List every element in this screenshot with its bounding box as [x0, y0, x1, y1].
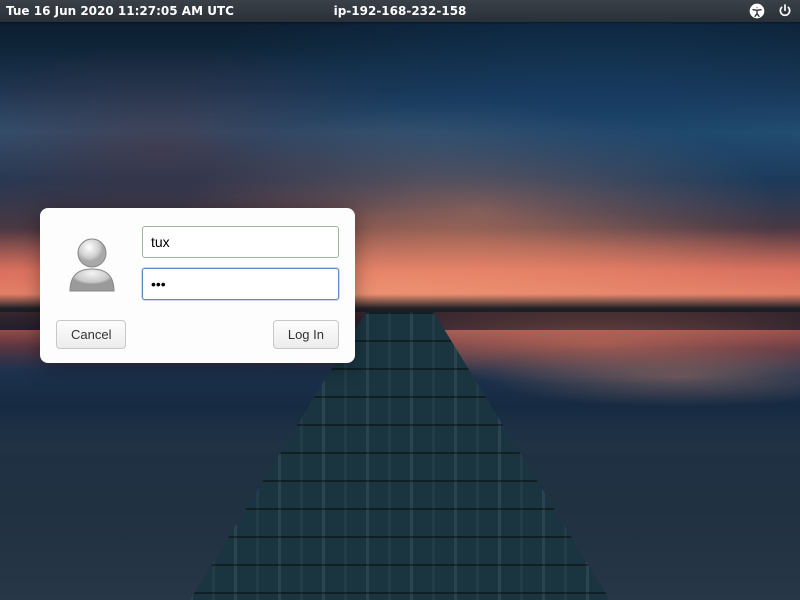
- clock-label: Tue 16 Jun 2020 11:27:05 AM UTC: [6, 4, 234, 18]
- login-button[interactable]: Log In: [273, 320, 339, 349]
- username-input[interactable]: [142, 226, 339, 258]
- login-dialog: Cancel Log In: [40, 208, 355, 363]
- accessibility-icon[interactable]: [748, 2, 766, 20]
- user-avatar-icon: [56, 227, 128, 299]
- cancel-button[interactable]: Cancel: [56, 320, 126, 349]
- hostname-label: ip-192-168-232-158: [334, 4, 467, 18]
- password-input[interactable]: [142, 268, 339, 300]
- power-icon[interactable]: [776, 2, 794, 20]
- top-panel: Tue 16 Jun 2020 11:27:05 AM UTC ip-192-1…: [0, 0, 800, 22]
